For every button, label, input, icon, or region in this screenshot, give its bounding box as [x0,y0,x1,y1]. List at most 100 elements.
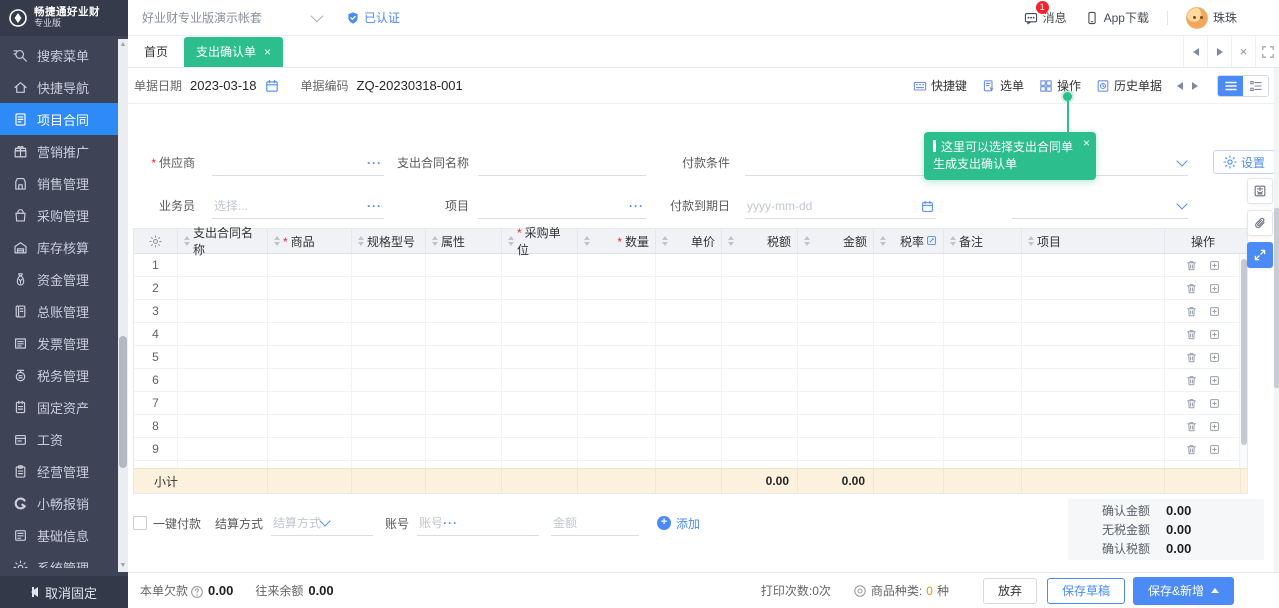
shortcuts-button[interactable]: 快捷键 [913,77,967,94]
delete-row-icon[interactable] [1185,396,1198,410]
delete-row-icon[interactable] [1185,281,1198,295]
table-scrollbar[interactable] [1239,254,1247,468]
sidebar-item-sales[interactable]: 销售管理 [0,167,118,199]
sidebar-item-payroll[interactable]: 工资 [0,423,118,455]
picker-dots-icon[interactable]: ··· [443,516,458,530]
column-header-qty[interactable]: * 数量 [578,229,656,253]
sidebar-item-inventory[interactable]: 库存核算 [0,231,118,263]
copy-row-icon[interactable] [1208,373,1221,387]
column-header-attr[interactable]: 属性 [426,229,502,253]
sort-icon[interactable] [1028,236,1034,246]
sort-icon[interactable] [184,236,190,246]
copy-row-icon[interactable] [1208,419,1221,433]
copy-row-icon[interactable] [1208,327,1221,341]
sidebar-item-system[interactable]: 系统管理 [0,551,118,568]
copy-row-icon[interactable] [1208,304,1221,318]
method-input[interactable]: 结算方式 [271,510,374,536]
delete-row-icon[interactable] [1185,304,1198,318]
user-menu[interactable]: 珠珠 [1185,6,1237,29]
sidebar-item-purchase[interactable]: 采购管理 [0,199,118,231]
add-payment-button[interactable]: + 添加 [657,515,700,532]
field-input-付款条件[interactable] [745,150,936,176]
delete-row-icon[interactable] [1185,258,1198,272]
sort-icon[interactable] [950,236,956,246]
actions-button[interactable]: 操作 [1039,77,1081,94]
column-header-project[interactable]: 项目 [1022,229,1165,253]
chevron-down-icon[interactable] [1176,198,1188,210]
sidebar-item-project-contract[interactable]: 项目合同 [0,103,118,135]
copy-row-icon[interactable] [1208,258,1221,272]
delete-row-icon[interactable] [1185,327,1198,341]
delete-row-icon[interactable] [1185,373,1198,387]
column-header-tax[interactable]: 税额 [722,229,798,253]
column-header-price[interactable]: 单价 [656,229,722,253]
sidebar-scroll-thumb[interactable] [119,336,127,468]
tabs-prev-button[interactable] [1183,36,1207,67]
account-input[interactable]: 账号 ··· [417,510,540,536]
column-header-amount[interactable]: 金额 [798,229,874,253]
field-input-供应商[interactable]: ··· [212,150,384,176]
doc-date-value[interactable]: 2023-03-18 [190,78,257,93]
sidebar-item-operation[interactable]: 经营管理 [0,455,118,487]
verified-badge[interactable]: 已认证 [346,9,400,26]
draft-tool-button[interactable] [1247,178,1273,204]
save-draft-button[interactable]: 保存草稿 [1046,577,1125,604]
app-download-button[interactable]: App下载 [1085,9,1149,26]
sort-icon[interactable] [804,236,810,246]
sidebar-scrollbar[interactable]: ▲ ▼ [118,39,128,572]
tab-close-icon[interactable]: × [264,37,271,67]
content-scrollbar[interactable] [1274,68,1279,572]
field-input-支出合同名称[interactable] [478,150,646,176]
sort-icon[interactable] [358,236,364,246]
sidebar-item-base-info[interactable]: 基础信息 [0,519,118,551]
sidebar-item-funds[interactable]: 资金管理 [0,263,118,295]
tooltip-close-icon[interactable]: × [1083,135,1090,152]
account-set-dropdown[interactable]: 好业财专业版演示帐套 [142,9,324,26]
column-header-unit[interactable]: * 采购单位 [502,226,578,257]
sort-icon[interactable] [584,236,590,246]
sidebar-item-quick-nav[interactable]: 快捷导航 [0,71,118,103]
content-scroll-thumb[interactable] [1274,208,1279,388]
amount-input[interactable]: 金额 [551,510,640,536]
messages-button[interactable]: 消息 1 [1024,1,1067,26]
view-detail-button[interactable] [1243,75,1268,96]
delete-row-icon[interactable] [1185,442,1198,456]
delete-row-icon[interactable] [1185,350,1198,364]
tabs-next-button[interactable] [1207,36,1231,67]
column-header-rate[interactable]: 税率 [874,229,944,253]
calendar-icon[interactable] [921,198,934,212]
column-header-spec[interactable]: 规格型号 [352,229,426,253]
sidebar-item-search-menu[interactable]: 搜索菜单 [0,39,118,71]
copy-row-icon[interactable] [1208,396,1221,410]
calendar-icon[interactable] [265,78,279,93]
sort-icon[interactable] [662,236,668,246]
copy-row-icon[interactable] [1208,281,1221,295]
save-and-new-button[interactable]: 保存&新增 [1132,576,1234,605]
sidebar-item-general-ledger[interactable]: 总账管理 [0,295,118,327]
chevron-down-icon[interactable] [319,515,331,527]
scroll-down-icon[interactable]: ▼ [118,560,128,572]
attachment-button[interactable] [1247,210,1273,236]
sidebar-item-invoice[interactable]: 发票管理 [0,327,118,359]
copy-row-icon[interactable] [1208,350,1221,364]
sort-icon[interactable] [508,236,514,246]
scroll-up-icon[interactable]: ▲ [118,39,128,51]
expand-button[interactable] [1247,242,1273,268]
field-input-业务员[interactable]: 选择... ··· [212,193,384,219]
field-input-项目[interactable]: ··· [478,193,646,219]
column-header-rownum[interactable] [134,229,178,253]
field-input-付款到期日[interactable]: yyyy-mm-dd [745,193,936,219]
column-header-product[interactable]: * 商品 [268,229,352,253]
delete-row-icon[interactable] [1185,419,1198,433]
sidebar-item-xiaochang-bx[interactable]: 小畅报销 [0,487,118,519]
sidebar-item-marketing[interactable]: 营销推广 [0,135,118,167]
pager-left-icon[interactable] [1177,81,1183,90]
question-icon[interactable] [190,584,203,598]
tab-home[interactable]: 首页 [128,37,184,67]
view-list-button[interactable] [1218,75,1243,96]
sidebar-item-fixed-assets[interactable]: 固定资产 [0,391,118,423]
sort-icon[interactable] [274,236,280,246]
sort-icon[interactable] [880,236,886,246]
column-header-contract[interactable]: 支出合同名称 [178,226,268,257]
sidebar-item-tax[interactable]: 税务管理 [0,359,118,391]
